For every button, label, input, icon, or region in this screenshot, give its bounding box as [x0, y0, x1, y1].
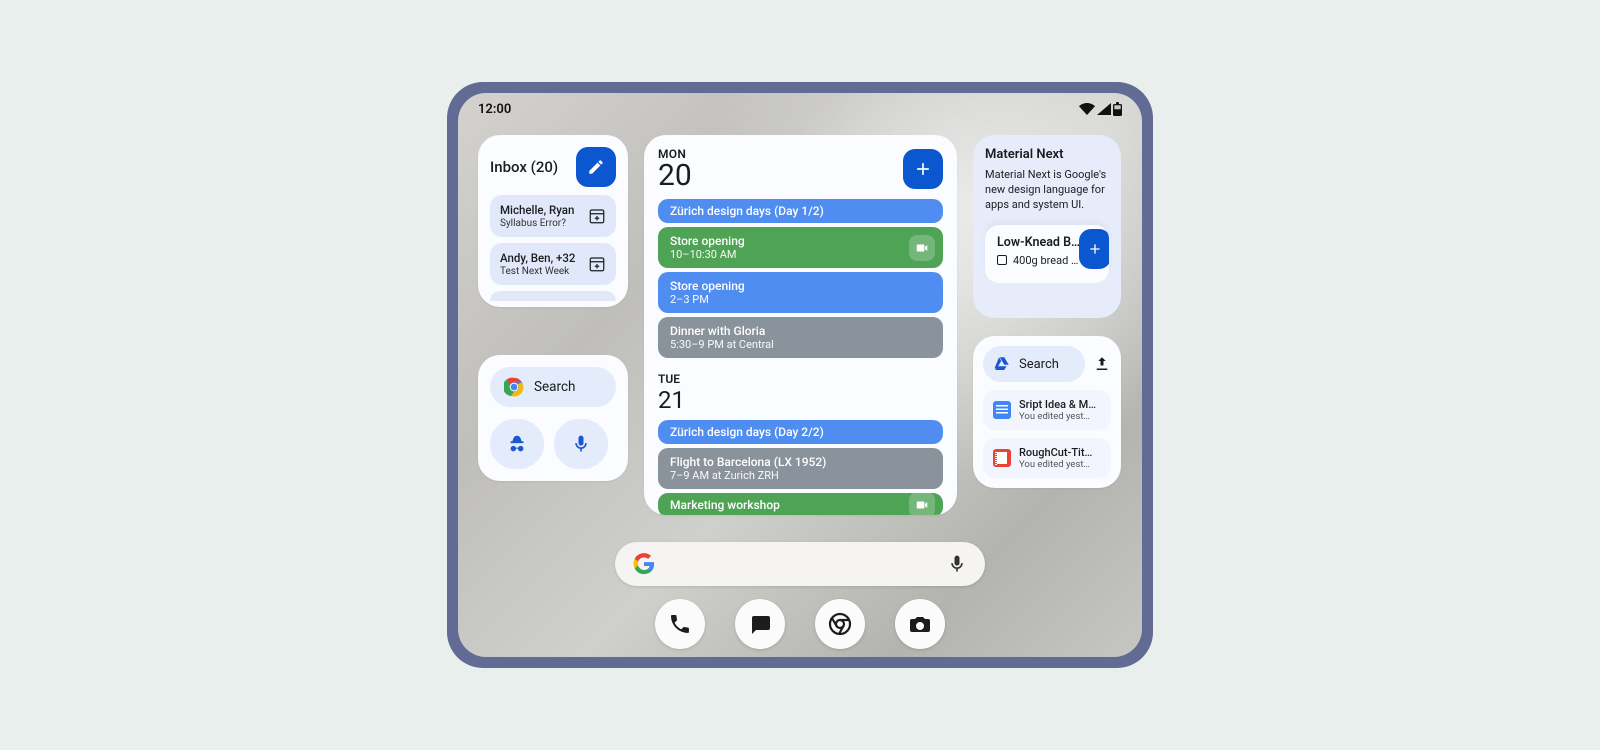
calendar-event[interactable]: Dinner with Gloria 5:30–9 PM at Central — [658, 317, 943, 358]
chrome-icon — [504, 377, 524, 397]
file-subtitle: You edited yest… — [1019, 459, 1092, 470]
video-icon — [915, 241, 929, 255]
note-body: Material Next is Google's new design lan… — [985, 168, 1109, 213]
camera-icon — [908, 612, 932, 636]
google-search-bar[interactable] — [615, 542, 985, 586]
compose-button[interactable] — [576, 147, 616, 187]
event-title: Zürich design days (Day 1/2) — [670, 204, 931, 218]
calendar-day: 21 — [658, 386, 943, 414]
calendar-add-icon — [588, 255, 606, 273]
inbox-title: Inbox (20) — [490, 158, 558, 176]
event-detail: 2–3 PM — [670, 293, 931, 306]
email-subject: Test Next Week — [500, 266, 575, 277]
email-item[interactable]: Andy, Ben, +32 Test Next Week — [490, 243, 616, 285]
video-file-icon — [993, 449, 1011, 467]
google-g-icon — [633, 553, 655, 575]
video-icon — [915, 498, 929, 512]
calendar-event[interactable]: Flight to Barcelona (LX 1952) 7–9 AM at … — [658, 448, 943, 489]
event-detail: 7–9 AM at Zurich ZRH — [670, 469, 931, 482]
keep-note-item[interactable]: Low-Knead B… 400g bread … — [985, 225, 1109, 283]
phone-icon — [668, 612, 692, 636]
signal-icon — [1097, 103, 1111, 115]
file-name: Sript Idea & M… — [1019, 398, 1096, 411]
drive-search-pill[interactable]: Search — [983, 346, 1085, 382]
email-subject: Syllabus Error? — [500, 218, 574, 229]
status-icons — [1079, 102, 1122, 116]
chrome-search-label: Search — [534, 379, 575, 395]
plus-icon — [1087, 241, 1103, 257]
event-title: Flight to Barcelona (LX 1952) — [670, 455, 931, 469]
file-name: RoughCut-Tit… — [1019, 446, 1092, 459]
tablet-frame: 12:00 Inbox (20) — [447, 82, 1153, 668]
chrome-app[interactable] — [815, 599, 865, 649]
email-item[interactable]: Michelle, Ryan Syllabus Error? — [490, 195, 616, 237]
calendar-widget[interactable]: MON 20 Zürich design days (Day 1/2) Stor… — [644, 135, 957, 515]
event-title: Store opening — [670, 279, 931, 293]
checkbox-icon[interactable] — [997, 255, 1007, 265]
battery-icon — [1113, 102, 1122, 116]
gmail-widget[interactable]: Inbox (20) Michelle, Ryan Syllabus Error… — [478, 135, 628, 307]
video-call-button[interactable] — [909, 235, 935, 261]
messages-app[interactable] — [735, 599, 785, 649]
home-screen[interactable]: 12:00 Inbox (20) — [458, 93, 1142, 657]
wifi-icon — [1079, 103, 1095, 115]
mic-icon — [571, 434, 591, 454]
calendar-event[interactable]: Marketing workshop — [658, 493, 943, 515]
note-title: Material Next — [985, 147, 1109, 162]
calendar-event[interactable]: Store opening 10–10:30 AM — [658, 227, 943, 268]
calendar-add-icon — [588, 207, 606, 225]
event-title: Store opening — [670, 234, 931, 248]
keep-widget[interactable]: Material Next Material Next is Google's … — [973, 135, 1121, 318]
event-title: Marketing workshop — [670, 498, 931, 512]
docs-icon — [993, 401, 1011, 419]
calendar-event[interactable]: Store opening 2–3 PM — [658, 272, 943, 313]
status-bar: 12:00 — [458, 93, 1142, 125]
email-from: Andy, Ben, +32 — [500, 251, 575, 265]
drive-widget[interactable]: Search Sript Idea & M… You edited yest… — [973, 336, 1121, 488]
chrome-icon — [828, 612, 852, 636]
email-from: Michelle, Ryan — [500, 203, 574, 217]
drive-search-label: Search — [1019, 357, 1059, 372]
file-subtitle: You edited yest… — [1019, 411, 1096, 422]
mic-icon[interactable] — [947, 554, 967, 574]
voice-search-button[interactable] — [554, 419, 608, 469]
plus-icon — [913, 159, 933, 179]
chrome-search-pill[interactable]: Search — [490, 367, 616, 407]
calendar-dow: TUE — [658, 372, 943, 386]
event-title: Zürich design days (Day 2/2) — [670, 425, 931, 439]
pencil-icon — [587, 158, 605, 176]
upload-icon[interactable] — [1093, 355, 1111, 373]
incognito-button[interactable] — [490, 419, 544, 469]
video-call-button[interactable] — [909, 492, 935, 515]
camera-app[interactable] — [895, 599, 945, 649]
calendar-event[interactable]: Zürich design days (Day 2/2) — [658, 420, 943, 444]
keep-add-button[interactable] — [1079, 229, 1109, 269]
calendar-day: 20 — [658, 161, 692, 191]
checklist-label: 400g bread … — [1013, 254, 1078, 267]
email-item-peek — [490, 291, 616, 301]
incognito-icon — [506, 433, 528, 455]
event-title: Dinner with Gloria — [670, 324, 931, 338]
calendar-event[interactable]: Zürich design days (Day 1/2) — [658, 199, 943, 223]
clock: 12:00 — [478, 102, 511, 117]
drive-file-item[interactable]: RoughCut-Tit… You edited yest… — [983, 438, 1111, 478]
chrome-widget[interactable]: Search — [478, 355, 628, 481]
calendar-add-button[interactable] — [903, 149, 943, 189]
drive-file-item[interactable]: Sript Idea & M… You edited yest… — [983, 390, 1111, 430]
dock — [655, 599, 945, 649]
chat-icon — [748, 612, 772, 636]
event-detail: 5:30–9 PM at Central — [670, 338, 931, 351]
phone-app[interactable] — [655, 599, 705, 649]
event-detail: 10–10:30 AM — [670, 248, 931, 261]
drive-icon — [993, 355, 1011, 373]
